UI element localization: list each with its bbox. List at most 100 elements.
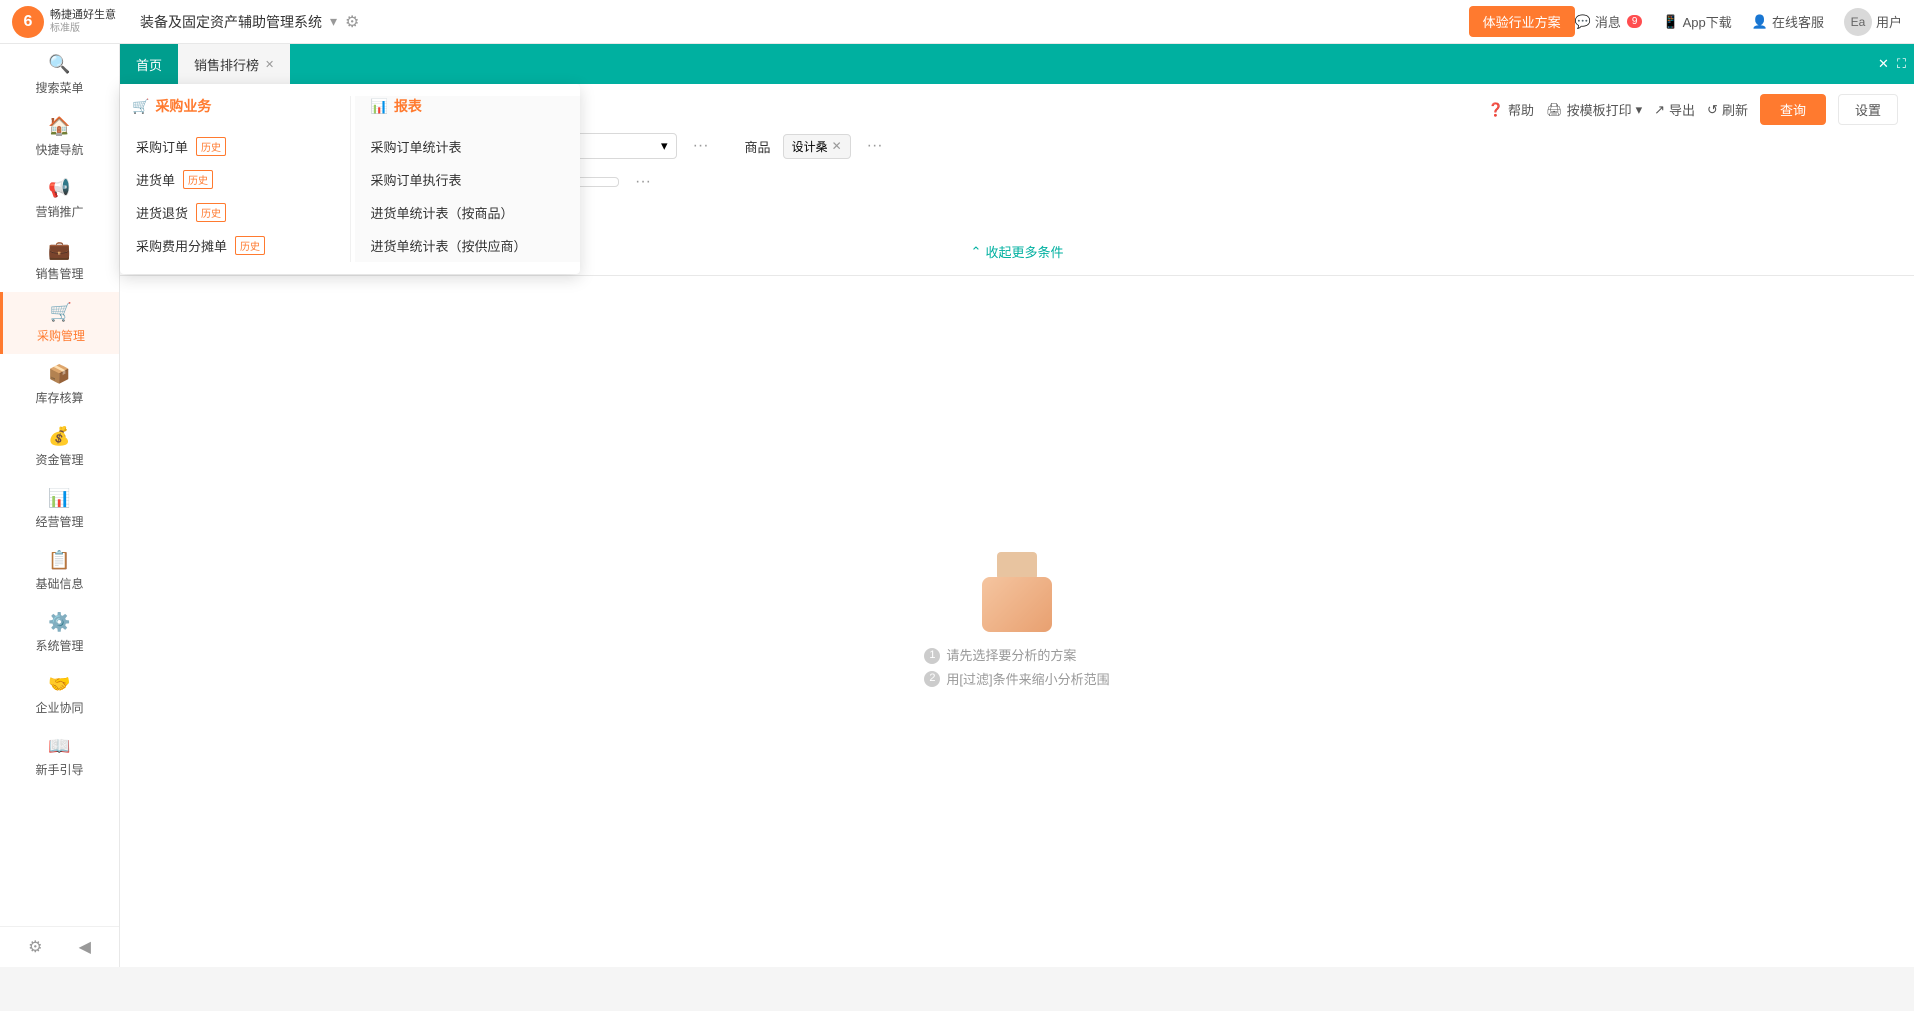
collapse-sidebar-icon[interactable]: ◀	[79, 937, 91, 957]
collapse-button[interactable]: ⌃ 收起更多条件	[971, 242, 1064, 261]
print-dropdown-icon[interactable]: ▾	[1636, 102, 1643, 118]
message-badge: 9	[1627, 15, 1643, 28]
menu-item-purchase-order[interactable]: 采购订单 历史	[132, 130, 334, 163]
purchase-icon: 🛒	[50, 302, 72, 323]
tab-maximize-icon[interactable]: ⛶	[1897, 56, 1906, 72]
print-icon: 🖨	[1546, 102, 1563, 118]
sidebar-item-marketing[interactable]: 📢 营销推广	[0, 168, 119, 230]
divider	[350, 96, 351, 262]
online-service-label: 在线客服	[1772, 12, 1824, 31]
setting-button[interactable]: 设置	[1838, 94, 1898, 125]
goods-label: 商品	[745, 137, 771, 156]
empty-step1-label: 请先选择要分析的方案	[946, 644, 1076, 667]
tab-home[interactable]: 首页	[120, 44, 178, 84]
collapse-up-icon: ⌃	[971, 244, 982, 260]
system-icon: ⚙️	[48, 612, 70, 633]
empty-step1: 1 请先选择要分析的方案	[924, 644, 1109, 667]
settings-gear-icon[interactable]: ⚙	[345, 12, 359, 32]
sidebar-item-label: 搜索菜单	[35, 79, 83, 96]
purchase-title-label: 采购业务	[155, 96, 211, 116]
info-icon: 📋	[48, 550, 70, 571]
menu-item-purchase-exec[interactable]: 采购订单执行表	[367, 163, 569, 196]
refresh-label: 刷新	[1722, 100, 1748, 119]
purchase-exec-label: 采购订单执行表	[371, 170, 462, 189]
help-button[interactable]: ❓ 帮助	[1488, 100, 1534, 119]
history-badge-4: 历史	[235, 236, 265, 255]
sidebar-item-nav[interactable]: 🏠 快捷导航	[0, 106, 119, 168]
menu-item-purchase-stat[interactable]: 采购订单统计表	[367, 130, 569, 163]
goods-tag-close-icon[interactable]: ✕	[832, 139, 842, 153]
history-badge-3: 历史	[196, 203, 226, 222]
user-item[interactable]: Ea 用户	[1844, 8, 1902, 36]
sidebar-item-cooperation[interactable]: 🤝 企业协同	[0, 664, 119, 726]
tab-close-icon[interactable]: ✕	[265, 58, 274, 71]
tab-sales-rank[interactable]: 销售排行榜 ✕	[178, 44, 290, 84]
sidebar-item-basic-info[interactable]: 📋 基础信息	[0, 540, 119, 602]
empty-box	[982, 577, 1052, 632]
tab-bar: 首页 销售排行榜 ✕ ✕ ⛶	[120, 44, 1914, 84]
sidebar-item-system[interactable]: ⚙️ 系统管理	[0, 602, 119, 664]
sidebar-item-inventory[interactable]: 📦 库存核算	[0, 354, 119, 416]
inbound-by-goods-label: 进货单统计表（按商品）	[371, 203, 514, 222]
sidebar-item-search[interactable]: 🔍 搜索菜单	[0, 44, 119, 106]
sidebar-item-label: 新手引导	[35, 761, 83, 778]
empty-illustration	[967, 552, 1067, 632]
sidebar-item-sales[interactable]: 💼 销售管理	[0, 230, 119, 292]
tab-sales-rank-label: 销售排行榜	[194, 55, 259, 74]
refresh-button[interactable]: ↺ 刷新	[1707, 100, 1748, 119]
message-item[interactable]: 💬 消息 9	[1575, 12, 1643, 31]
refresh-icon: ↺	[1707, 102, 1718, 118]
marketing-icon: 📢	[48, 178, 70, 199]
help-icon: ❓	[1488, 102, 1504, 118]
salesperson-dots[interactable]: ···	[631, 173, 655, 191]
export-button[interactable]: ↗ 导出	[1654, 100, 1695, 119]
history-badge-2: 历史	[183, 170, 213, 189]
industry-button[interactable]: 体验行业方案	[1469, 6, 1575, 37]
query-button[interactable]: 查询	[1760, 94, 1826, 125]
print-button[interactable]: 🖨 按模板打印 ▾	[1546, 100, 1642, 119]
finance-icon: 💰	[48, 426, 70, 447]
goods-tag-value: 设计桑	[792, 138, 828, 155]
sales-icon: 💼	[48, 240, 70, 261]
cooperation-icon: 🤝	[48, 674, 70, 695]
sidebar-item-label: 采购管理	[37, 327, 85, 344]
menu-item-cost-alloc[interactable]: 采购费用分摊单 历史	[132, 229, 334, 262]
empty-text: 1 请先选择要分析的方案 2 用[过滤]条件来缩小分析范围	[924, 644, 1109, 691]
sidebar-item-label: 库存核算	[35, 389, 83, 406]
settings-bottom-icon[interactable]: ⚙	[28, 937, 42, 957]
inventory-icon: 📦	[48, 364, 70, 385]
print-label: 按模板打印	[1567, 100, 1632, 119]
collapse-label: 收起更多条件	[985, 242, 1063, 261]
goods-dots[interactable]: ···	[863, 137, 887, 155]
purchase-section: 🛒 采购业务 采购订单 历史 进货单 历史 进货退货 历史 采购费用分摊单 历史	[120, 96, 346, 262]
purchase-section-title: 🛒 采购业务	[132, 96, 334, 120]
purchase-stat-label: 采购订单统计表	[371, 137, 462, 156]
service-icon: 👤	[1752, 14, 1768, 30]
doc-status-dropdown-icon: ▾	[661, 138, 668, 154]
menu-item-return[interactable]: 进货退货 历史	[132, 196, 334, 229]
menu-item-inbound-by-supplier[interactable]: 进货单统计表（按供应商）	[367, 229, 569, 262]
tab-close-all-icon[interactable]: ✕	[1878, 56, 1889, 72]
online-service-item[interactable]: 👤 在线客服	[1752, 12, 1824, 31]
doc-status-dots[interactable]: ···	[689, 137, 713, 155]
sidebar-item-guide[interactable]: 📖 新手引导	[0, 726, 119, 788]
sidebar-item-label: 系统管理	[35, 637, 83, 654]
menu-item-inbound[interactable]: 进货单 历史	[132, 163, 334, 196]
empty-screen	[997, 552, 1037, 580]
cost-alloc-label: 采购费用分摊单	[136, 236, 227, 255]
home-icon: 🏠	[48, 116, 70, 137]
sidebar: 🔍 搜索菜单 🏠 快捷导航 📢 营销推广 💼 销售管理 🛒 采购管理 📦 库存核…	[0, 44, 120, 967]
dropdown-arrow-icon[interactable]: ▾	[330, 13, 337, 30]
menu-item-inbound-by-goods[interactable]: 进货单统计表（按商品）	[367, 196, 569, 229]
top-header: 6 畅捷通好生意 标准版 装备及固定资产辅助管理系统 ▾ ⚙ 体验行业方案 💬 …	[0, 0, 1914, 44]
sidebar-item-operations[interactable]: 📊 经营管理	[0, 478, 119, 540]
sidebar-item-finance[interactable]: 💰 资金管理	[0, 416, 119, 478]
export-icon: ↗	[1654, 102, 1665, 118]
sidebar-item-label: 企业协同	[35, 699, 83, 716]
empty-state: 1 请先选择要分析的方案 2 用[过滤]条件来缩小分析范围	[120, 276, 1914, 967]
sidebar-item-purchase[interactable]: 🛒 采购管理	[0, 292, 119, 354]
app-download-item[interactable]: 📱 App下载	[1662, 12, 1731, 31]
purchase-order-label: 采购订单	[136, 137, 188, 156]
return-label: 进货退货	[136, 203, 188, 222]
sidebar-item-label: 基础信息	[35, 575, 83, 592]
